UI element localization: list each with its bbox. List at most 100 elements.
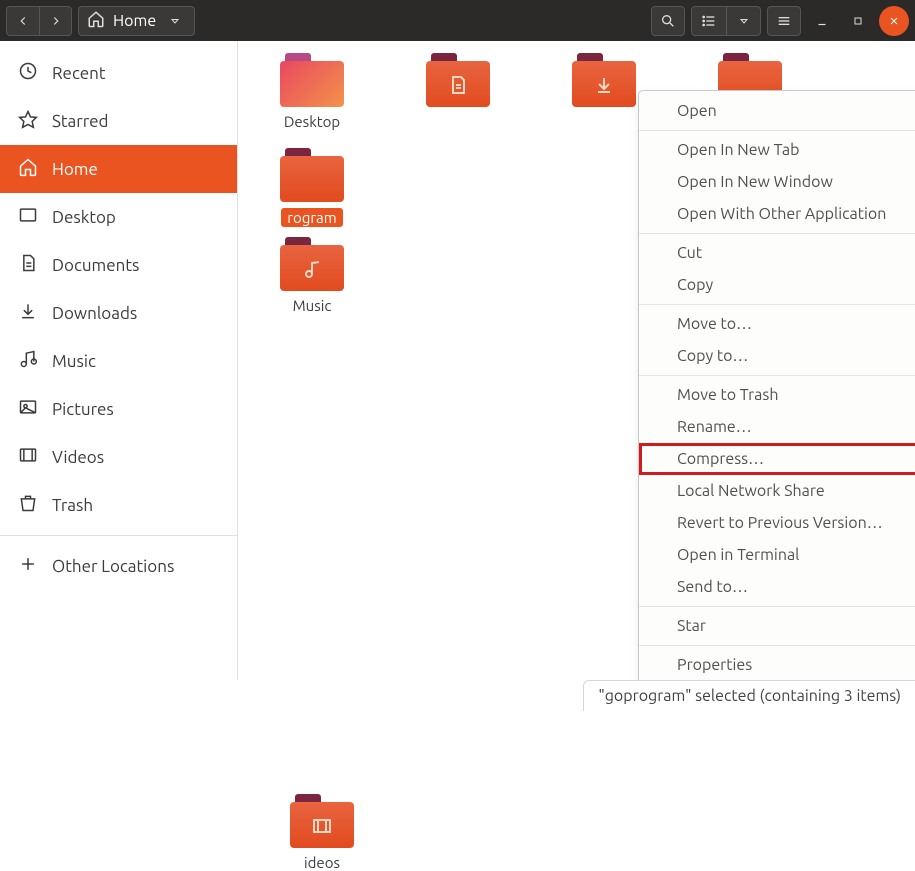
context-menu-item[interactable]: Send to… xyxy=(639,571,915,603)
window-close[interactable] xyxy=(879,6,909,36)
context-menu-item[interactable]: Move to… xyxy=(639,308,915,340)
context-menu-item[interactable]: Compress… xyxy=(639,443,915,475)
context-menu-item[interactable]: Open With Other Application xyxy=(639,198,915,230)
music-icon xyxy=(300,257,324,281)
sidebar: Recent Starred Home Desktop Documents Do… xyxy=(0,41,238,680)
sidebar-separator xyxy=(0,535,237,536)
sidebar-item-videos[interactable]: Videos xyxy=(0,433,237,481)
folder-goprogram[interactable]: rogram xyxy=(274,148,350,227)
sidebar-item-label: Pictures xyxy=(52,400,114,419)
folder-desktop[interactable]: Desktop xyxy=(274,53,350,130)
folder-music[interactable]: Music xyxy=(274,237,350,314)
statusbar: "goprogram" selected (containing 3 items… xyxy=(583,680,915,711)
context-menu-label: Open xyxy=(677,102,717,120)
context-menu-label: Open In New Window xyxy=(677,173,833,191)
window-maximize[interactable] xyxy=(843,6,873,36)
sidebar-item-trash[interactable]: Trash xyxy=(0,481,237,529)
context-menu-label: Properties xyxy=(677,656,752,674)
context-menu-label: Open in Terminal xyxy=(677,546,799,564)
context-menu-separator xyxy=(639,233,915,234)
sidebar-item-starred[interactable]: Starred xyxy=(0,97,237,145)
context-menu-label: Open In New Tab xyxy=(677,141,800,159)
home-icon xyxy=(87,10,105,32)
context-menu-label: Copy xyxy=(677,276,713,294)
context-menu-label: Open With Other Application xyxy=(677,205,886,223)
context-menu-item[interactable]: Open in Terminal xyxy=(639,539,915,571)
view-dropdown[interactable] xyxy=(726,7,760,35)
view-list-button[interactable] xyxy=(692,7,726,35)
sidebar-item-home[interactable]: Home xyxy=(0,145,237,193)
nav-back-button[interactable] xyxy=(7,7,39,35)
context-menu-item[interactable]: Move to TrashDelete xyxy=(639,379,915,411)
context-menu-item[interactable]: Open In New TabCtrl+Return xyxy=(639,134,915,166)
context-menu-item[interactable]: Rename…F2 xyxy=(639,411,915,443)
nav-group xyxy=(6,6,72,36)
context-menu-item[interactable]: Local Network Share xyxy=(639,475,915,507)
context-menu-label: Revert to Previous Version… xyxy=(677,514,883,532)
picture-icon xyxy=(18,397,38,421)
clock-icon xyxy=(18,61,38,85)
document-icon xyxy=(18,253,38,277)
star-icon xyxy=(18,109,38,133)
sidebar-item-label: Other Locations xyxy=(52,557,174,576)
music-icon xyxy=(18,349,38,373)
sidebar-item-other-locations[interactable]: Other Locations xyxy=(0,542,237,590)
context-menu-label: Star xyxy=(677,617,706,635)
sidebar-item-label: Trash xyxy=(52,496,93,515)
location-label: Home xyxy=(113,12,156,30)
context-menu-item[interactable]: OpenReturn xyxy=(639,95,915,127)
folder-documents[interactable] xyxy=(420,53,496,130)
folder-view[interactable]: Desktop rogram xyxy=(238,41,915,680)
context-menu-item[interactable]: Revert to Previous Version… xyxy=(639,507,915,539)
plus-icon xyxy=(18,554,38,578)
context-menu-item[interactable]: Copy to… xyxy=(639,340,915,372)
download-icon xyxy=(18,301,38,325)
context-menu-label: Move to… xyxy=(677,315,752,333)
context-menu-label: Copy to… xyxy=(677,347,748,365)
folder-downloads[interactable] xyxy=(566,53,642,130)
context-menu-separator xyxy=(639,130,915,131)
context-menu-separator xyxy=(639,645,915,646)
context-menu-item[interactable]: CopyCtrl+C xyxy=(639,269,915,301)
context-menu: OpenReturnOpen In New TabCtrl+ReturnOpen… xyxy=(638,90,915,686)
sidebar-item-recent[interactable]: Recent xyxy=(0,49,237,97)
location-bar[interactable]: Home xyxy=(78,6,195,36)
sidebar-item-label: Music xyxy=(52,352,96,371)
sidebar-item-label: Desktop xyxy=(52,208,116,227)
status-text: "goprogram" selected (containing 3 items… xyxy=(598,687,901,705)
context-menu-label: Rename… xyxy=(677,418,752,436)
nav-forward-button[interactable] xyxy=(39,7,71,35)
folder-label: Music xyxy=(293,297,332,314)
context-menu-label: Cut xyxy=(677,244,702,262)
sidebar-item-label: Home xyxy=(52,160,98,179)
context-menu-item[interactable]: Open In New WindowShift+Return xyxy=(639,166,915,198)
sidebar-item-downloads[interactable]: Downloads xyxy=(0,289,237,337)
video-icon xyxy=(18,445,38,469)
sidebar-item-music[interactable]: Music xyxy=(0,337,237,385)
folder-videos[interactable]: ideos xyxy=(284,794,360,871)
context-menu-separator xyxy=(639,304,915,305)
sidebar-item-label: Downloads xyxy=(52,304,137,323)
download-icon xyxy=(592,73,616,97)
hamburger-menu[interactable] xyxy=(767,6,801,36)
trash-icon xyxy=(18,493,38,517)
context-menu-label: Send to… xyxy=(677,578,748,596)
desktop-icon xyxy=(18,205,38,229)
context-menu-item[interactable]: CutCtrl+X xyxy=(639,237,915,269)
main-area: Recent Starred Home Desktop Documents Do… xyxy=(0,41,915,680)
context-menu-item[interactable]: Star xyxy=(639,610,915,642)
video-icon xyxy=(310,814,334,838)
document-icon xyxy=(446,73,470,97)
sidebar-item-documents[interactable]: Documents xyxy=(0,241,237,289)
search-button[interactable] xyxy=(651,6,685,36)
sidebar-item-label: Recent xyxy=(52,64,106,83)
context-menu-item[interactable]: PropertiesCtrl+I xyxy=(639,649,915,681)
sidebar-item-desktop[interactable]: Desktop xyxy=(0,193,237,241)
folder-label: ideos xyxy=(304,854,340,871)
window-minimize[interactable] xyxy=(807,6,837,36)
sidebar-item-pictures[interactable]: Pictures xyxy=(0,385,237,433)
sidebar-item-label: Starred xyxy=(52,112,109,131)
location-dropdown[interactable] xyxy=(164,15,186,27)
context-menu-label: Move to Trash xyxy=(677,386,779,404)
context-menu-label: Local Network Share xyxy=(677,482,825,500)
